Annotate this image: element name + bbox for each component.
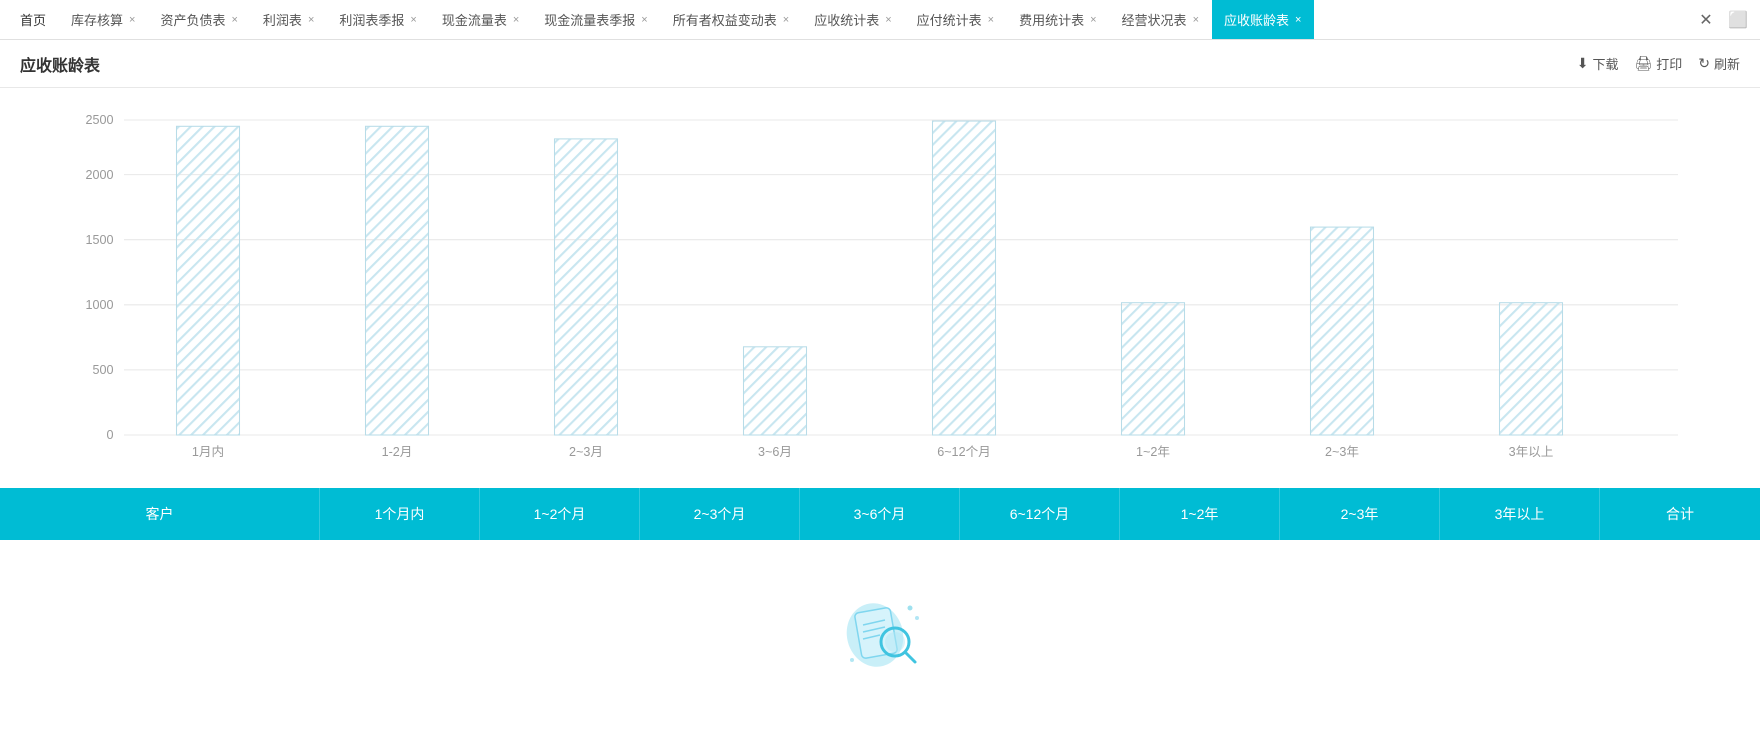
tab-close-expense-stats[interactable]: × (1090, 14, 1096, 26)
empty-icon (830, 580, 930, 680)
tab-label-equity-change: 所有者权益变动表 (673, 10, 777, 29)
tab-label-profit-quarterly: 利润表季报 (339, 10, 404, 29)
table-col-3: 2~3个月 (640, 488, 800, 540)
svg-text:1500: 1500 (85, 233, 113, 247)
svg-text:2~3月: 2~3月 (569, 445, 603, 459)
page-title: 应收账龄表 (20, 52, 100, 76)
svg-text:0: 0 (106, 428, 113, 442)
refresh-button[interactable]: ↻ 刷新 (1698, 54, 1740, 73)
maximize-window-button[interactable]: ⬜ (1724, 6, 1752, 34)
tab-close-profit-quarterly[interactable]: × (410, 14, 416, 26)
tab-label-cashflow: 现金流量表 (442, 10, 507, 29)
table-col-7: 2~3年 (1280, 488, 1440, 540)
tab-operation[interactable]: 经营状况表 × (1110, 0, 1212, 40)
tab-ap-stats[interactable]: 应付统计表 × (905, 0, 1007, 40)
tab-label-profit: 利润表 (263, 10, 302, 29)
download-label: 下载 (1592, 54, 1618, 73)
tab-cashflow-quarterly[interactable]: 现金流量表季报 × (532, 0, 660, 40)
tab-cashflow[interactable]: 现金流量表 × (430, 0, 532, 40)
empty-state (0, 540, 1760, 740)
tab-close-ap-stats[interactable]: × (988, 14, 994, 26)
tab-expense-stats[interactable]: 费用统计表 × (1007, 0, 1109, 40)
download-icon: ⬇ (1577, 55, 1589, 72)
empty-illustration (830, 580, 930, 680)
tab-ar-aging[interactable]: 应收账龄表 × (1212, 0, 1314, 40)
table-col-1: 1个月内 (320, 488, 480, 540)
tab-close-ar-aging[interactable]: × (1295, 14, 1301, 26)
tab-label-cashflow-quarterly: 现金流量表季报 (544, 10, 635, 29)
svg-text:3~6月: 3~6月 (758, 445, 792, 459)
close-window-button[interactable]: ✕ (1692, 6, 1720, 34)
page-header: 应收账龄表 ⬇ 下载 🖨 打印 ↻ 刷新 (0, 40, 1760, 88)
tab-close-inventory[interactable]: × (129, 14, 135, 26)
table-header: 客户1个月内1~2个月2~3个月3~6个月6~12个月1~2年2~3年3年以上合… (0, 488, 1760, 540)
tab-close-equity-change[interactable]: × (783, 14, 789, 26)
tab-ar-stats[interactable]: 应收统计表 × (802, 0, 904, 40)
tab-label-ar-stats: 应收统计表 (814, 10, 879, 29)
tab-label-inventory: 库存核算 (71, 10, 123, 29)
table-col-6: 1~2年 (1120, 488, 1280, 540)
window-actions: ✕ ⬜ (1692, 6, 1752, 34)
tab-label-ap-stats: 应付统计表 (917, 10, 982, 29)
chart-area: 0 500 1000 1500 2000 2500 (0, 88, 1760, 488)
svg-text:2500: 2500 (85, 113, 113, 127)
tab-close-cashflow[interactable]: × (513, 14, 519, 26)
svg-text:1000: 1000 (85, 298, 113, 312)
tab-home[interactable]: 首页 (8, 0, 59, 40)
svg-text:1~2年: 1~2年 (1136, 445, 1170, 459)
tab-balance-sheet[interactable]: 资产负债表 × (148, 0, 250, 40)
print-icon: 🖨 (1634, 55, 1652, 72)
tab-close-profit[interactable]: × (308, 14, 314, 26)
refresh-icon: ↻ (1698, 55, 1710, 72)
table-col-5: 6~12个月 (960, 488, 1120, 540)
tab-label-home: 首页 (20, 10, 46, 29)
refresh-label: 刷新 (1714, 54, 1740, 73)
tab-label-expense-stats: 费用统计表 (1019, 10, 1084, 29)
svg-text:1月内: 1月内 (192, 445, 224, 459)
print-label: 打印 (1656, 54, 1682, 73)
tab-profit[interactable]: 利润表 × (251, 0, 327, 40)
svg-text:6~12个月: 6~12个月 (937, 445, 991, 459)
tab-close-operation[interactable]: × (1193, 14, 1199, 26)
print-button[interactable]: 🖨 打印 (1634, 54, 1682, 73)
main-content: 0 500 1000 1500 2000 2500 (0, 88, 1760, 740)
svg-text:500: 500 (92, 363, 113, 377)
table-col-0: 客户 (0, 488, 320, 540)
tab-close-balance-sheet[interactable]: × (231, 14, 237, 26)
tab-profit-quarterly[interactable]: 利润表季报 × (327, 0, 429, 40)
tab-equity-change[interactable]: 所有者权益变动表 × (661, 0, 802, 40)
svg-text:3年以上: 3年以上 (1509, 445, 1554, 459)
tab-inventory[interactable]: 库存核算 × (59, 0, 148, 40)
table-col-4: 3~6个月 (800, 488, 960, 540)
download-button[interactable]: ⬇ 下载 (1577, 54, 1619, 73)
tab-label-balance-sheet: 资产负债表 (160, 10, 225, 29)
bar-chart: 0 500 1000 1500 2000 2500 (40, 108, 1720, 468)
tab-close-cashflow-quarterly[interactable]: × (641, 14, 647, 26)
table-col-2: 1~2个月 (480, 488, 640, 540)
svg-text:2000: 2000 (85, 168, 113, 182)
header-actions: ⬇ 下载 🖨 打印 ↻ 刷新 (1577, 54, 1740, 73)
tab-label-ar-aging: 应收账龄表 (1224, 10, 1289, 29)
svg-text:2~3年: 2~3年 (1325, 445, 1359, 459)
tab-bar: 首页库存核算×资产负债表×利润表×利润表季报×现金流量表×现金流量表季报×所有者… (0, 0, 1760, 40)
svg-text:1-2月: 1-2月 (382, 445, 413, 459)
tab-label-operation: 经营状况表 (1122, 10, 1187, 29)
tab-close-ar-stats[interactable]: × (885, 14, 891, 26)
table-col-9: 合计 (1600, 488, 1760, 540)
table-col-8: 3年以上 (1440, 488, 1600, 540)
